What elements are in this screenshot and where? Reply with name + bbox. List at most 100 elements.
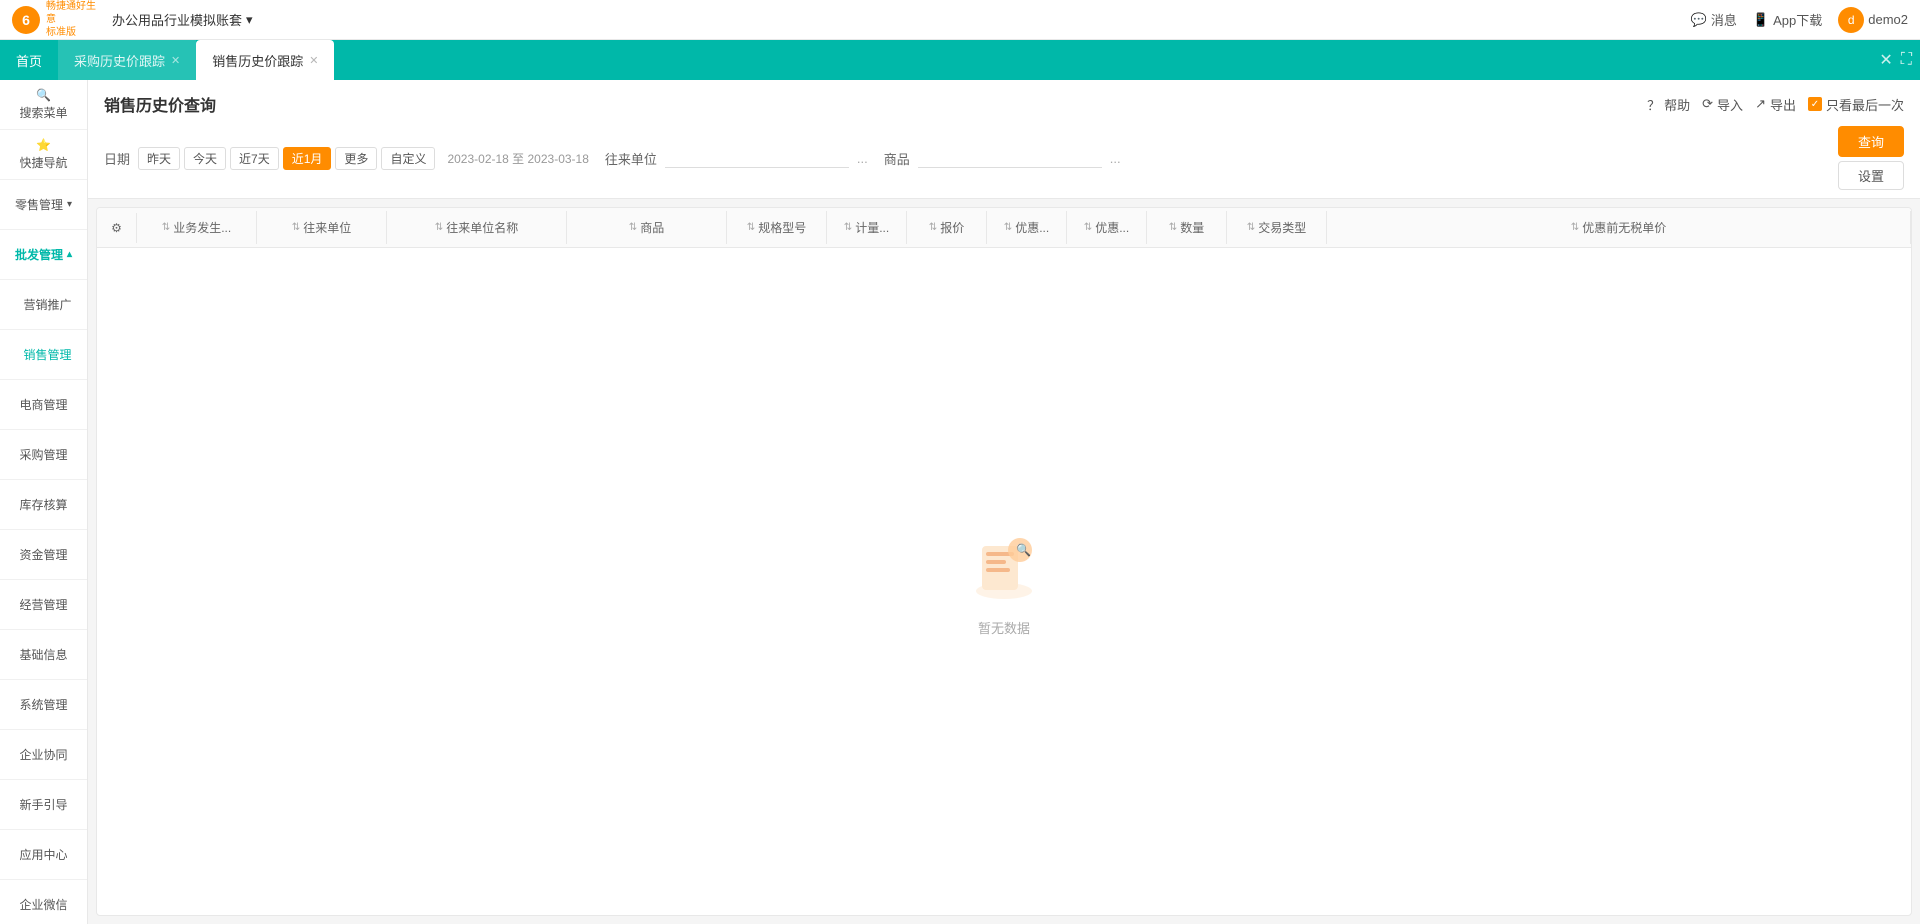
date-buttons: 昨天 今天 近7天 近1月 更多 自定义 bbox=[138, 147, 435, 170]
th-product-label: 商品 bbox=[640, 219, 664, 236]
th-trans-label: 交易类型 bbox=[1258, 219, 1306, 236]
app-download-button[interactable]: 📱 App下载 bbox=[1753, 10, 1822, 29]
page-title: 销售历史价查询 bbox=[104, 92, 216, 116]
th-spec-label: 规格型号 bbox=[758, 219, 806, 236]
sidebar-purchase-label: 采购管理 bbox=[19, 446, 67, 463]
th-qty[interactable]: ⇅ 数量 bbox=[1147, 211, 1227, 244]
date-btn-1month[interactable]: 近1月 bbox=[283, 147, 332, 170]
date-btn-yesterday[interactable]: 昨天 bbox=[138, 147, 180, 170]
date-range-text: 2023-02-18 至 2023-03-18 bbox=[447, 150, 588, 167]
user-area[interactable]: d demo2 bbox=[1838, 7, 1908, 33]
tab-sales-history[interactable]: 销售历史价跟踪 ✕ bbox=[196, 40, 334, 80]
sidebar-item-weixin[interactable]: 企业微信 bbox=[0, 880, 87, 924]
tab-purchase-history[interactable]: 采购历史价跟踪 ✕ bbox=[58, 40, 196, 80]
svg-text:🔍: 🔍 bbox=[1016, 542, 1031, 557]
tab-home-label: 首页 bbox=[16, 51, 42, 70]
th-spec-sort-icon: ⇅ bbox=[747, 222, 755, 233]
sidebar-operation-label: 经营管理 bbox=[19, 596, 67, 613]
empty-state: 🔍 暂无数据 bbox=[97, 248, 1911, 915]
only-last-checkbox[interactable]: ✓ 只看最后一次 bbox=[1808, 95, 1904, 114]
date-btn-custom[interactable]: 自定义 bbox=[381, 147, 435, 170]
only-last-label: 只看最后一次 bbox=[1826, 95, 1904, 114]
th-price[interactable]: ⇅ 报价 bbox=[907, 211, 987, 244]
unit-filter-input[interactable] bbox=[665, 148, 849, 168]
sidebar-item-enterprise[interactable]: 企业协同 bbox=[0, 730, 87, 780]
table-header: ⚙ ⇅ 业务发生... ⇅ 往来单位 ⇅ 往来单位名称 ⇅ 商品 bbox=[97, 208, 1911, 248]
sidebar-item-inventory[interactable]: 库存核算 bbox=[0, 480, 87, 530]
maximize-button[interactable]: ⛶ bbox=[1901, 51, 1912, 69]
sidebar-item-operation[interactable]: 经营管理 bbox=[0, 580, 87, 630]
main-layout: 🔍 搜索菜单 ⭐ 快捷导航 零售管理 ▾ 批发管理 ▴ 营销推广 销售管理 电商… bbox=[0, 80, 1920, 924]
sidebar-enterprise-label: 企业协同 bbox=[19, 746, 67, 763]
th-trans-type[interactable]: ⇅ 交易类型 bbox=[1227, 211, 1327, 244]
app-name: 办公用品行业模拟账套 bbox=[112, 10, 242, 29]
th-settings[interactable]: ⚙ bbox=[97, 213, 137, 243]
th-discount2-sort-icon: ⇅ bbox=[1084, 222, 1092, 233]
help-label: 帮助 bbox=[1664, 95, 1690, 114]
sidebar-item-purchase[interactable]: 采购管理 bbox=[0, 430, 87, 480]
empty-illustration: 🔍 bbox=[964, 526, 1044, 606]
sidebar-item-search[interactable]: 🔍 搜索菜单 bbox=[0, 80, 87, 130]
page-title-row: 销售历史价查询 ？ 帮助 ⟳ 导入 ↗ 导出 ✓ bbox=[104, 92, 1904, 116]
th-unit-name[interactable]: ⇅ 往来单位名称 bbox=[387, 211, 567, 244]
product-filter-input[interactable] bbox=[918, 148, 1102, 168]
th-product[interactable]: ⇅ 商品 bbox=[567, 211, 727, 244]
help-button[interactable]: ？ 帮助 bbox=[1647, 95, 1690, 114]
sidebar-ecommerce-label: 电商管理 bbox=[19, 396, 67, 413]
chat-label: 消息 bbox=[1711, 10, 1737, 29]
date-btn-7days[interactable]: 近7天 bbox=[230, 147, 279, 170]
th-measure-sort-icon: ⇅ bbox=[844, 222, 852, 233]
sidebar-item-appstore[interactable]: 应用中心 bbox=[0, 830, 87, 880]
th-qty-sort-icon: ⇅ bbox=[1169, 222, 1177, 233]
sidebar-search-label: 搜索菜单 bbox=[19, 104, 67, 121]
sidebar-marketing-label: 营销推广 bbox=[23, 296, 71, 313]
sidebar-retail-label: 零售管理 bbox=[15, 196, 63, 213]
tab-purchase-close-icon[interactable]: ✕ bbox=[171, 54, 180, 67]
tab-home[interactable]: 首页 bbox=[0, 40, 58, 80]
export-button[interactable]: ↗ 导出 bbox=[1755, 95, 1796, 114]
app-selector[interactable]: 办公用品行业模拟账套 ▾ bbox=[104, 6, 261, 33]
date-btn-more[interactable]: 更多 bbox=[335, 147, 377, 170]
table-container: ⚙ ⇅ 业务发生... ⇅ 往来单位 ⇅ 往来单位名称 ⇅ 商品 bbox=[96, 207, 1912, 916]
export-label: 导出 bbox=[1770, 95, 1796, 114]
sidebar-item-system[interactable]: 系统管理 bbox=[0, 680, 87, 730]
th-notax-sort-icon: ⇅ bbox=[1571, 222, 1579, 233]
sidebar-item-finance[interactable]: 资金管理 bbox=[0, 530, 87, 580]
sidebar-item-shortcut[interactable]: ⭐ 快捷导航 bbox=[0, 130, 87, 180]
th-notax-price[interactable]: ⇅ 优惠前无税单价 bbox=[1327, 211, 1911, 244]
query-button[interactable]: 查询 bbox=[1838, 126, 1904, 157]
close-window-button[interactable]: ✕ bbox=[1879, 50, 1892, 70]
settings-button[interactable]: 设置 bbox=[1838, 161, 1904, 190]
sidebar-inventory-label: 库存核算 bbox=[19, 496, 67, 513]
sidebar-item-retail[interactable]: 零售管理 ▾ bbox=[0, 180, 87, 230]
tab-sales-close-icon[interactable]: ✕ bbox=[309, 54, 318, 67]
sidebar-system-label: 系统管理 bbox=[19, 696, 67, 713]
th-discount2[interactable]: ⇅ 优惠... bbox=[1067, 211, 1147, 244]
sidebar-item-wholesale[interactable]: 批发管理 ▴ bbox=[0, 230, 87, 280]
import-icon: ⟳ bbox=[1702, 96, 1713, 112]
export-icon: ↗ bbox=[1755, 96, 1766, 112]
import-button[interactable]: ⟳ 导入 bbox=[1702, 95, 1743, 114]
th-spec[interactable]: ⇅ 规格型号 bbox=[727, 211, 827, 244]
app-download-icon: 📱 bbox=[1753, 12, 1769, 28]
tab-bar-right: ✕ ⛶ bbox=[1879, 50, 1920, 70]
sidebar-item-basic[interactable]: 基础信息 bbox=[0, 630, 87, 680]
top-bar-left: 6 畅捷通好生意 标准版 办公用品行业模拟账套 ▾ bbox=[12, 0, 261, 39]
question-icon: ？ bbox=[1647, 95, 1660, 114]
th-unit-code[interactable]: ⇅ 往来单位 bbox=[257, 211, 387, 244]
chat-button[interactable]: 💬 消息 bbox=[1691, 10, 1737, 29]
date-btn-today[interactable]: 今天 bbox=[184, 147, 226, 170]
filter-actions: 查询 设置 bbox=[1838, 126, 1904, 190]
unit-filter-label: 往来单位 bbox=[605, 149, 657, 168]
th-date[interactable]: ⇅ 业务发生... bbox=[137, 211, 257, 244]
sidebar-item-guide[interactable]: 新手引导 bbox=[0, 780, 87, 830]
sidebar-item-marketing[interactable]: 营销推广 bbox=[0, 280, 87, 330]
th-price-label: 报价 bbox=[940, 219, 964, 236]
th-qty-label: 数量 bbox=[1180, 219, 1204, 236]
sidebar-basic-label: 基础信息 bbox=[19, 646, 67, 663]
sidebar-shortcut-label: 快捷导航 bbox=[19, 154, 67, 171]
th-measure[interactable]: ⇅ 计量... bbox=[827, 211, 907, 244]
sidebar-item-sales[interactable]: 销售管理 bbox=[0, 330, 87, 380]
sidebar-item-ecommerce[interactable]: 电商管理 bbox=[0, 380, 87, 430]
th-discount1[interactable]: ⇅ 优惠... bbox=[987, 211, 1067, 244]
